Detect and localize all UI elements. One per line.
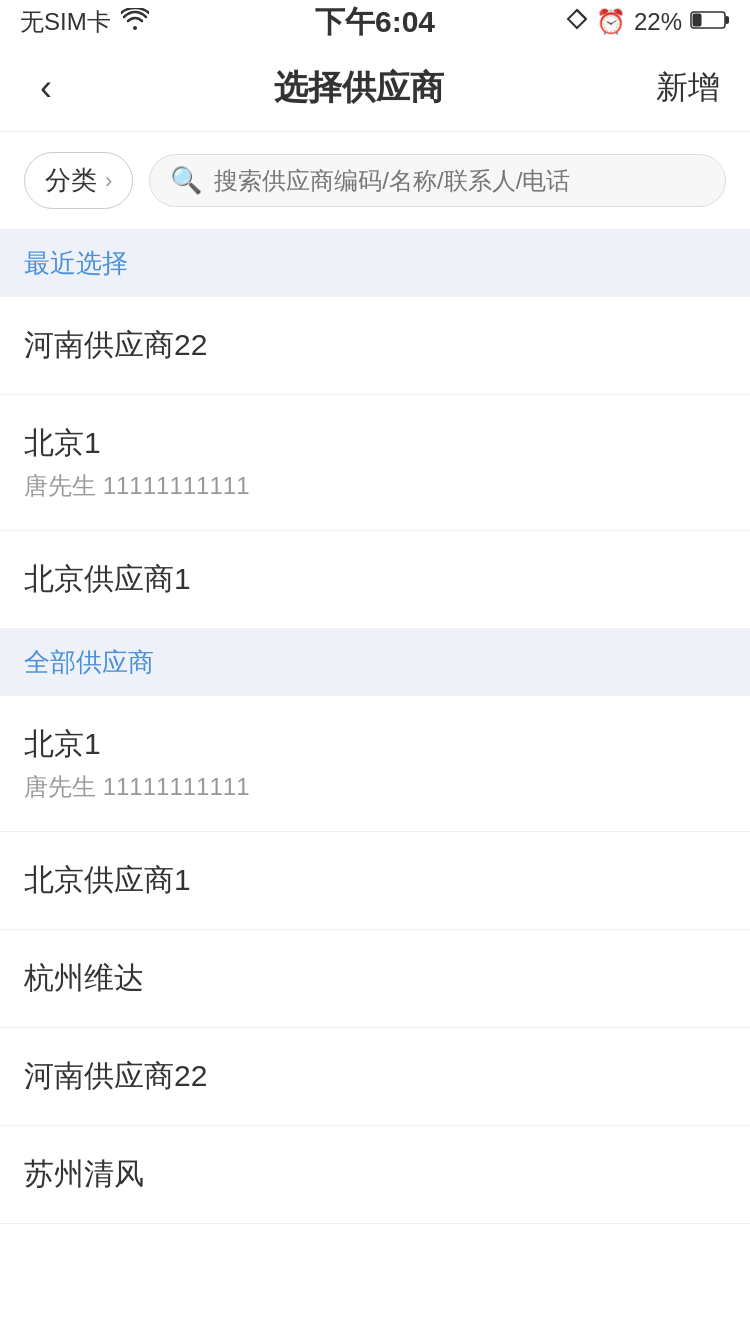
all-section-header: 全部供应商 — [0, 629, 750, 696]
all-section-title: 全部供应商 — [24, 647, 154, 677]
category-label: 分类 — [45, 163, 97, 198]
list-item[interactable]: 北京供应商1 — [0, 531, 750, 629]
search-icon: 🔍 — [170, 165, 202, 196]
recent-section-header: 最近选择 — [0, 230, 750, 297]
all-items-list: 北京1 唐先生 11111111111 北京供应商1 杭州维达 河南供应商22 苏… — [0, 696, 750, 1224]
status-right: ⏰ 22% — [566, 8, 730, 36]
recent-section-title: 最近选择 — [24, 248, 128, 278]
item-name: 苏州清风 — [24, 1154, 726, 1195]
battery-text: 22% — [634, 8, 682, 36]
item-sub: 唐先生 11111111111 — [24, 771, 726, 803]
item-sub: 唐先生 11111111111 — [24, 470, 726, 502]
back-button[interactable]: ‹ — [30, 57, 62, 119]
list-item[interactable]: 北京1 唐先生 11111111111 — [0, 395, 750, 531]
filter-bar: 分类 › 🔍 — [0, 132, 750, 230]
list-item[interactable]: 北京1 唐先生 11111111111 — [0, 696, 750, 832]
item-name: 北京1 — [24, 423, 726, 464]
search-input[interactable] — [214, 167, 705, 195]
search-bar: 🔍 — [149, 154, 726, 207]
item-name: 河南供应商22 — [24, 325, 726, 366]
chevron-right-icon: › — [105, 168, 112, 194]
recent-items-list: 河南供应商22 北京1 唐先生 11111111111 北京供应商1 — [0, 297, 750, 629]
status-left: 无SIM卡 — [20, 6, 149, 38]
carrier-text: 无SIM卡 — [20, 6, 111, 38]
alarm-icon: ⏰ — [596, 8, 626, 36]
list-item[interactable]: 杭州维达 — [0, 930, 750, 1028]
item-name: 河南供应商22 — [24, 1056, 726, 1097]
status-bar: 无SIM卡 下午6:04 ⏰ 22% — [0, 0, 750, 44]
page-title: 选择供应商 — [274, 65, 444, 111]
add-button[interactable]: 新增 — [656, 66, 720, 110]
list-item[interactable]: 苏州清风 — [0, 1126, 750, 1224]
list-item[interactable]: 河南供应商22 — [0, 1028, 750, 1126]
item-name: 北京1 — [24, 724, 726, 765]
list-item[interactable]: 河南供应商22 — [0, 297, 750, 395]
status-time: 下午6:04 — [315, 2, 435, 43]
battery-icon — [690, 8, 730, 36]
list-item[interactable]: 北京供应商1 — [0, 832, 750, 930]
wifi-icon — [121, 8, 149, 36]
item-name: 北京供应商1 — [24, 860, 726, 901]
item-name: 北京供应商1 — [24, 559, 726, 600]
category-button[interactable]: 分类 › — [24, 152, 133, 209]
nav-bar: ‹ 选择供应商 新增 — [0, 44, 750, 132]
location-icon — [566, 8, 588, 36]
svg-rect-2 — [693, 14, 702, 27]
svg-rect-1 — [725, 16, 729, 24]
item-name: 杭州维达 — [24, 958, 726, 999]
